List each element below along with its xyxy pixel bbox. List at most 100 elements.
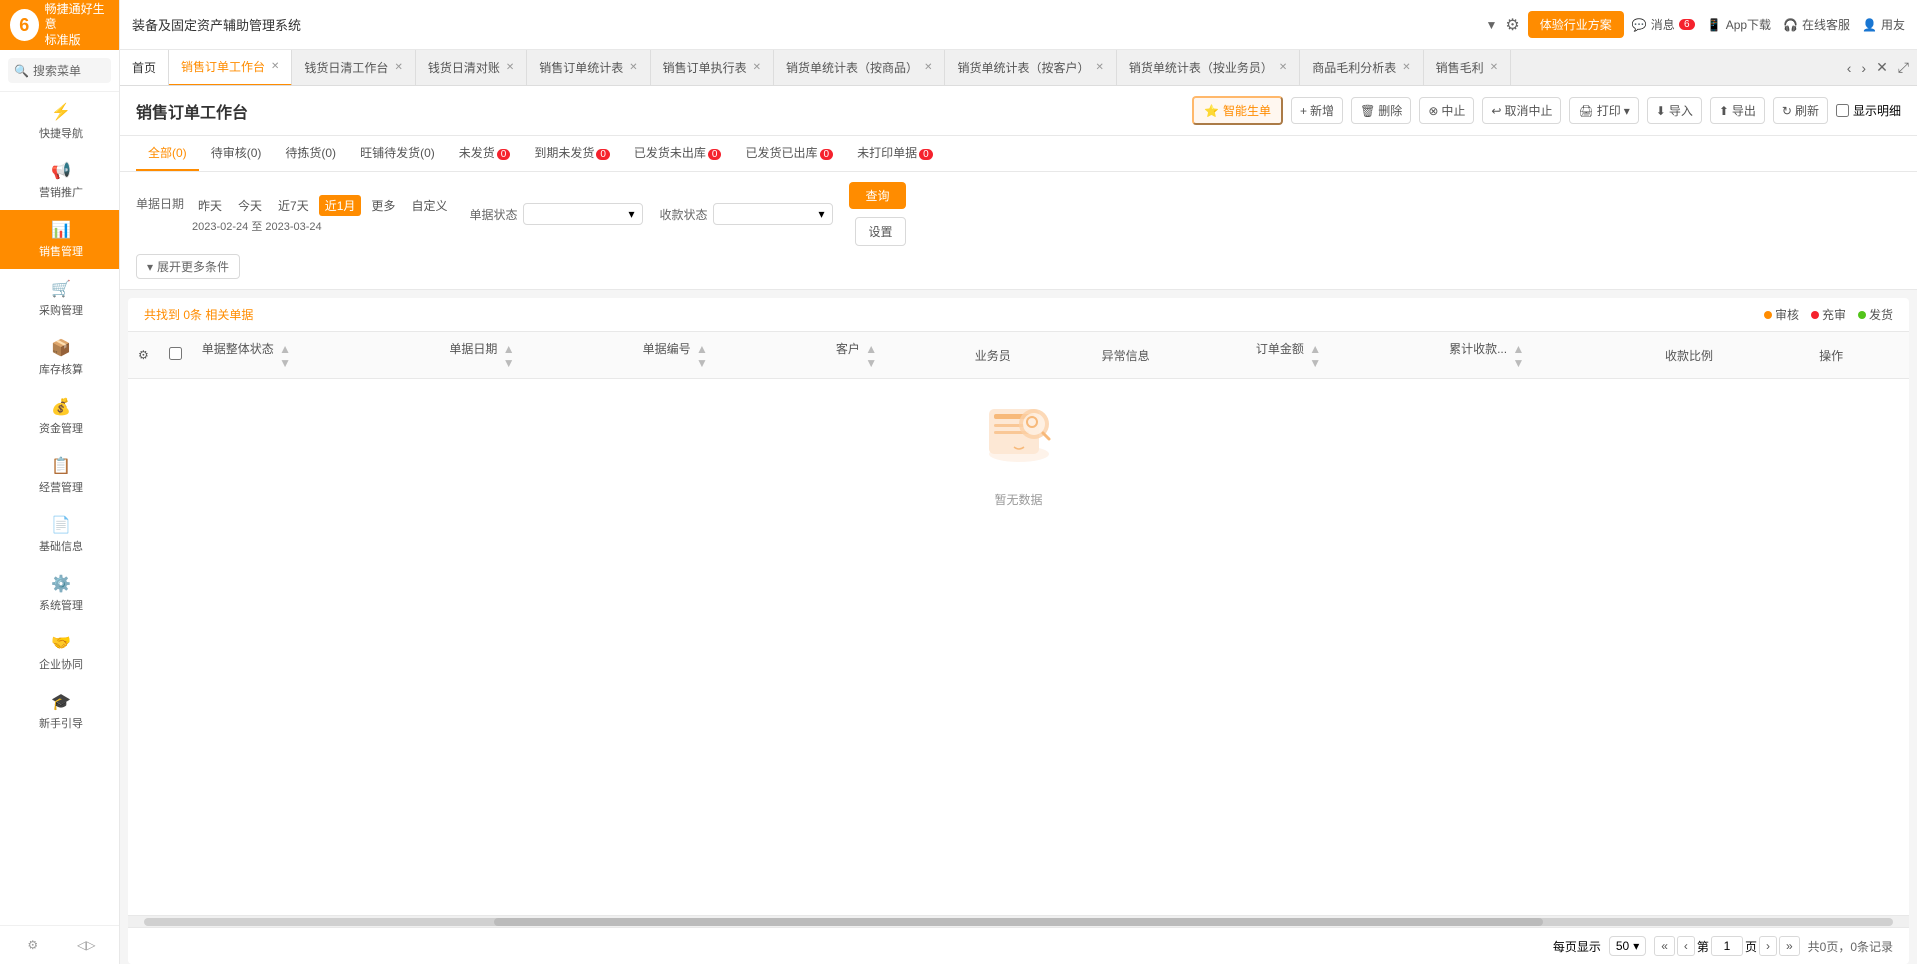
sidebar-item-quick-nav[interactable]: ⚡ 快捷导航 [0, 92, 119, 151]
col-settings[interactable]: ⚙ [128, 332, 159, 379]
col-amount[interactable]: 订单金额 ▲▼ [1246, 332, 1439, 379]
tab-sales-product[interactable]: 销货单统计表（按商品） ✕ [774, 50, 945, 86]
smart-create-button[interactable]: ⭐ 智能生单 [1192, 96, 1283, 125]
tabs-expand-button[interactable]: ⤢ [1894, 57, 1913, 78]
date-option-custom[interactable]: 自定义 [405, 195, 453, 216]
reverse-review-action[interactable]: 充审 [1811, 306, 1846, 323]
tab-close-margin[interactable]: ✕ [1402, 62, 1410, 73]
col-cumulative[interactable]: 累计收款... ▲▼ [1439, 332, 1655, 379]
sidebar-item-finance[interactable]: 💰 资金管理 [0, 387, 119, 446]
delete-button[interactable]: 🗑 删除 [1351, 97, 1411, 124]
print-button[interactable]: 🖨 打印 ▾ [1569, 97, 1638, 124]
query-button[interactable]: 查询 [849, 182, 905, 209]
tabs-next-button[interactable]: › [1857, 58, 1870, 78]
tabs-close-all-button[interactable]: ✕ [1872, 57, 1892, 78]
col-staff[interactable]: 业务员 [965, 332, 1092, 379]
refresh-button[interactable]: ↻ 刷新 [1773, 97, 1828, 124]
user-button[interactable]: 👤 用友 [1862, 16, 1905, 33]
tab-sales-margin[interactable]: 销售毛利 ✕ [1424, 50, 1511, 86]
filter-tab-pending-review[interactable]: 待审核(0) [199, 136, 274, 171]
horizontal-scrollbar[interactable] [128, 915, 1909, 927]
tab-sales-order-stats[interactable]: 销售订单统计表 ✕ [527, 50, 650, 86]
filter-tab-all[interactable]: 全部(0) [136, 136, 199, 171]
col-status[interactable]: 单据整体状态 ▲▼ [192, 332, 440, 379]
sidebar-item-inventory[interactable]: 📦 库存核算 [0, 328, 119, 387]
tab-close-sales-order[interactable]: ✕ [271, 61, 279, 72]
col-date[interactable]: 单据日期 ▲▼ [439, 332, 632, 379]
filter-tab-shipped-not-out[interactable]: 已发货未出库0 [622, 136, 734, 171]
tab-sales-staff[interactable]: 销货单统计表（按业务员） ✕ [1117, 50, 1300, 86]
tab-sales-customer[interactable]: 销货单统计表（按客户） ✕ [945, 50, 1116, 86]
date-option-1month[interactable]: 近1月 [319, 195, 362, 216]
sidebar-item-guide[interactable]: 🎓 新手引导 [0, 682, 119, 741]
tab-sales-order-workbench[interactable]: 销售订单工作台 ✕ [169, 50, 292, 86]
tab-margin-analysis[interactable]: 商品毛利分析表 ✕ [1300, 50, 1423, 86]
settings-bottom-button[interactable]: ⚙ [8, 934, 58, 956]
filter-tab-not-printed[interactable]: 未打印单据0 [845, 136, 945, 171]
ship-action[interactable]: 发货 [1858, 306, 1893, 323]
sidebar-item-purchase[interactable]: 🛒 采购管理 [0, 269, 119, 328]
first-page-button[interactable]: « [1654, 936, 1675, 956]
filter-tab-shipped-out[interactable]: 已发货已出库0 [733, 136, 845, 171]
topbar-expand-icon[interactable]: ▼ [1486, 18, 1498, 32]
tab-cash-reconciliation[interactable]: 钱货日清对账 ✕ [416, 50, 527, 86]
search-menu-button[interactable]: 🔍 搜索菜单 [8, 58, 111, 83]
filter-tab-not-shipped[interactable]: 未发货0 [447, 136, 523, 171]
tabs-prev-button[interactable]: ‹ [1843, 58, 1856, 78]
tab-cash-daily-workbench[interactable]: 钱货日清工作台 ✕ [292, 50, 415, 86]
tab-close-order-stats[interactable]: ✕ [629, 62, 637, 73]
sidebar-item-operations[interactable]: 📋 经营管理 [0, 446, 119, 505]
page-input[interactable] [1711, 936, 1743, 956]
receipt-select[interactable]: ▾ [713, 203, 833, 225]
tab-sales-order-exec[interactable]: 销售订单执行表 ✕ [651, 50, 774, 86]
tab-close-product[interactable]: ✕ [924, 62, 932, 73]
expand-conditions-button[interactable]: ▾ 展开更多条件 [136, 254, 240, 279]
tab-close-customer[interactable]: ✕ [1095, 62, 1103, 73]
select-all-checkbox[interactable] [169, 347, 182, 360]
sidebar-item-basic-info[interactable]: 📄 基础信息 [0, 505, 119, 564]
stop-button[interactable]: ⊗ 中止 [1419, 97, 1474, 124]
col-checkbox[interactable] [159, 332, 192, 379]
app-download-button[interactable]: 📱 App下载 [1707, 16, 1771, 33]
filter-tab-overdue-not-shipped[interactable]: 到期未发货0 [522, 136, 622, 171]
sidebar-item-enterprise[interactable]: 🤝 企业协同 [0, 623, 119, 682]
date-option-more[interactable]: 更多 [365, 195, 401, 216]
topbar-settings-icon[interactable]: ⚙ [1505, 15, 1519, 35]
tab-close-order-exec[interactable]: ✕ [753, 62, 761, 73]
export-button[interactable]: ⬆ 导出 [1710, 97, 1765, 124]
date-option-yesterday[interactable]: 昨天 [192, 195, 228, 216]
page-size-select[interactable]: 50 ▾ [1609, 936, 1646, 956]
scrollbar-inner[interactable] [494, 918, 1543, 926]
date-option-7days[interactable]: 近7天 [272, 195, 315, 216]
date-option-today[interactable]: 今天 [232, 195, 268, 216]
sidebar-item-system[interactable]: ⚙️ 系统管理 [0, 564, 119, 623]
review-action[interactable]: 审核 [1764, 306, 1799, 323]
tab-home[interactable]: 首页 [120, 50, 169, 86]
message-button[interactable]: 💬 消息 6 [1632, 16, 1695, 33]
tab-close-sales-margin[interactable]: ✕ [1490, 62, 1498, 73]
filter-tab-pending-pick[interactable]: 待拣货(0) [273, 136, 348, 171]
sidebar-item-marketing[interactable]: 📢 营销推广 [0, 151, 119, 210]
online-service-button[interactable]: 🎧 在线客服 [1783, 16, 1850, 33]
tab-close-staff[interactable]: ✕ [1279, 62, 1287, 73]
sidebar-item-sales[interactable]: 📊 销售管理 [0, 210, 119, 269]
prev-page-button[interactable]: ‹ [1677, 936, 1695, 956]
col-number[interactable]: 单据编号 ▲▼ [633, 332, 826, 379]
col-customer[interactable]: 客户 ▲▼ [826, 332, 965, 379]
table-wrapper[interactable]: ⚙ 单据整体状态 ▲▼ 单据日期 ▲▼ [128, 332, 1909, 915]
scrollbar-thumb[interactable] [144, 918, 1893, 926]
collapse-button[interactable]: ◁▷ [62, 934, 112, 956]
show-detail-checkbox-label[interactable]: 显示明细 [1836, 102, 1901, 119]
show-detail-checkbox[interactable] [1836, 104, 1849, 117]
tab-close-reconciliation[interactable]: ✕ [506, 62, 514, 73]
set-button[interactable]: 设置 [855, 217, 905, 246]
filter-tab-wangpu-pending[interactable]: 旺铺待发货(0) [348, 136, 447, 171]
last-page-button[interactable]: » [1779, 936, 1800, 956]
solution-button[interactable]: 体验行业方案 [1528, 11, 1624, 38]
tab-close-cash-daily[interactable]: ✕ [394, 62, 402, 73]
next-page-button[interactable]: › [1759, 936, 1777, 956]
add-button[interactable]: + 新增 [1291, 97, 1343, 124]
status-select[interactable]: ▾ [523, 203, 643, 225]
cancel-stop-button[interactable]: ↩ 取消中止 [1482, 97, 1561, 124]
import-button[interactable]: ⬇ 导入 [1647, 97, 1702, 124]
